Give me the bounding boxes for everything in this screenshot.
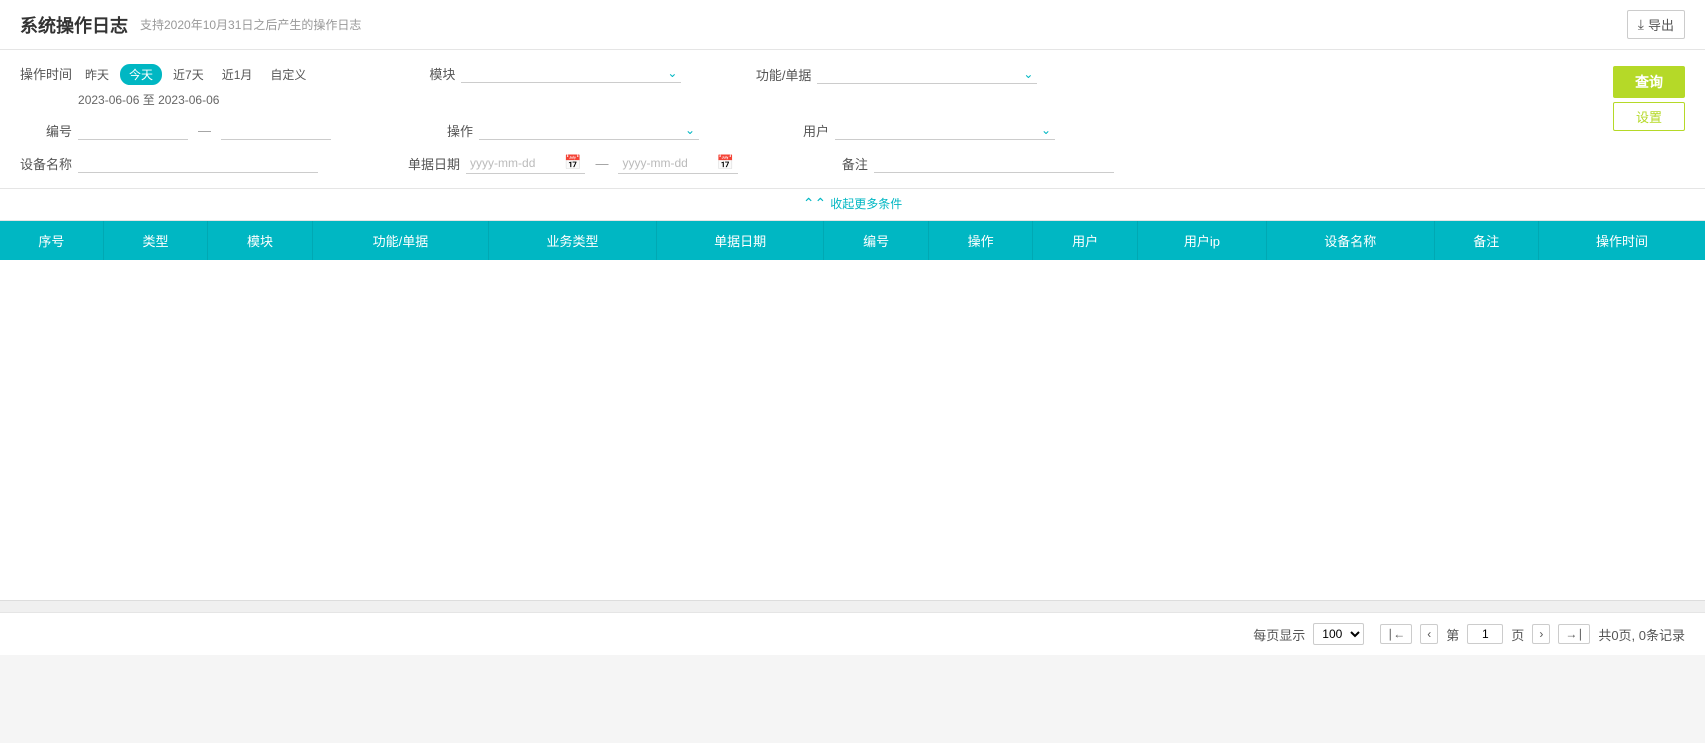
calendar-from-icon[interactable]: 📅 xyxy=(564,154,581,171)
col-module: 模块 xyxy=(208,221,312,260)
page-header: 系统操作日志 支持2020年10月31日之后产生的操作日志 ⤓ 导出 xyxy=(0,0,1705,50)
operation-chevron-icon: ⌄ xyxy=(685,123,695,137)
function-select[interactable]: ⌄ xyxy=(817,64,1037,84)
query-button[interactable]: 查询 xyxy=(1613,66,1685,98)
remark-input[interactable] xyxy=(874,153,1114,173)
col-user: 用户 xyxy=(1033,221,1137,260)
yesterday-btn[interactable]: 昨天 xyxy=(78,64,116,85)
number-label: 编号 xyxy=(20,121,72,140)
page-subtitle: 支持2020年10月31日之后产生的操作日志 xyxy=(140,16,361,33)
table-header-row: 序号 类型 模块 功能/单据 业务类型 单据日期 编号 操作 用户 用户ip 设… xyxy=(0,221,1705,260)
collapse-label: 收起更多条件 xyxy=(830,195,902,212)
today-btn[interactable]: 今天 xyxy=(120,64,162,85)
user-chevron-icon: ⌄ xyxy=(1041,123,1051,137)
operation-select[interactable]: ⌄ xyxy=(479,120,699,140)
col-user-ip: 用户ip xyxy=(1137,221,1266,260)
export-icon: ⤓ xyxy=(1638,16,1644,33)
calendar-to-icon[interactable]: 📅 xyxy=(716,154,733,171)
empty-area xyxy=(0,260,1705,600)
data-table: 序号 类型 模块 功能/单据 业务类型 单据日期 编号 操作 用户 用户ip 设… xyxy=(0,221,1705,260)
collapse-button[interactable]: ⌃⌃ 收起更多条件 xyxy=(803,195,902,212)
table-container: 序号 类型 模块 功能/单据 业务类型 单据日期 编号 操作 用户 用户ip 设… xyxy=(0,221,1705,260)
last-page-button[interactable]: →∣ xyxy=(1558,624,1590,644)
export-button[interactable]: ⤓ 导出 xyxy=(1627,10,1685,39)
custom-btn[interactable]: 自定义 xyxy=(263,64,313,85)
function-select-value xyxy=(821,66,1023,81)
export-label: 导出 xyxy=(1648,15,1674,34)
page-title: 系统操作日志 xyxy=(20,12,128,38)
user-select[interactable]: ⌄ xyxy=(835,120,1055,140)
page-number-input[interactable] xyxy=(1467,624,1503,644)
document-date-label: 单据日期 xyxy=(408,154,460,173)
user-select-value xyxy=(839,122,1041,137)
last1month-btn[interactable]: 近1月 xyxy=(215,64,260,85)
operation-time-label: 操作时间 xyxy=(20,64,72,83)
col-operation: 操作 xyxy=(928,221,1032,260)
date-from-picker[interactable]: yyyy-mm-dd 📅 xyxy=(466,152,585,174)
operation-label: 操作 xyxy=(421,121,473,140)
per-page-label: 每页显示 xyxy=(1253,625,1305,644)
module-select[interactable]: ⌄ xyxy=(461,64,681,83)
col-number: 编号 xyxy=(824,221,928,260)
device-name-label: 设备名称 xyxy=(20,154,72,173)
action-buttons: 查询 设置 xyxy=(1613,64,1685,131)
operation-select-value xyxy=(483,122,685,137)
col-index: 序号 xyxy=(0,221,103,260)
per-page-select[interactable]: 100 50 200 xyxy=(1313,623,1364,645)
col-remark: 备注 xyxy=(1434,221,1538,260)
function-label: 功能/单据 xyxy=(751,65,811,84)
function-chevron-icon: ⌄ xyxy=(1023,67,1033,81)
next-page-button[interactable]: › xyxy=(1532,624,1550,644)
document-date-dash: — xyxy=(595,156,608,171)
module-chevron-icon: ⌄ xyxy=(667,66,677,80)
prev-page-button[interactable]: ‹ xyxy=(1420,624,1438,644)
first-page-button[interactable]: ∣← xyxy=(1380,624,1412,644)
number-dash: — xyxy=(198,123,211,138)
date-to-picker[interactable]: yyyy-mm-dd 📅 xyxy=(618,152,737,174)
date-from-placeholder: yyyy-mm-dd xyxy=(470,156,560,170)
horizontal-scrollbar[interactable] xyxy=(0,600,1705,612)
number-from-input[interactable] xyxy=(78,120,188,140)
col-function: 功能/单据 xyxy=(312,221,488,260)
col-doc-date: 单据日期 xyxy=(656,221,824,260)
remark-label: 备注 xyxy=(808,154,868,173)
total-info: 共0页, 0条记录 xyxy=(1598,625,1685,644)
col-device: 设备名称 xyxy=(1266,221,1434,260)
date-to-placeholder: yyyy-mm-dd xyxy=(622,156,712,170)
collapse-bar: ⌃⌃ 收起更多条件 xyxy=(0,189,1705,221)
col-op-time: 操作时间 xyxy=(1539,221,1705,260)
user-label: 用户 xyxy=(769,121,829,140)
date-range-display: 2023-06-06 至 2023-06-06 xyxy=(78,91,313,108)
last7days-btn[interactable]: 近7天 xyxy=(166,64,211,85)
filter-panel: 操作时间 昨天 今天 近7天 近1月 自定义 2023-06-06 至 2023… xyxy=(0,50,1705,189)
page-unit-label: 页 xyxy=(1511,625,1524,644)
number-to-input[interactable] xyxy=(221,120,331,140)
col-biz-type: 业务类型 xyxy=(489,221,657,260)
module-label: 模块 xyxy=(403,64,455,83)
collapse-chevron-icon: ⌃⌃ xyxy=(803,195,826,212)
page-label: 第 xyxy=(1446,625,1459,644)
settings-button[interactable]: 设置 xyxy=(1613,102,1685,131)
device-name-input[interactable] xyxy=(78,153,318,173)
pagination-bar: 每页显示 100 50 200 ∣← ‹ 第 页 › →∣ 共0页, 0条记录 xyxy=(0,612,1705,655)
col-type: 类型 xyxy=(103,221,207,260)
